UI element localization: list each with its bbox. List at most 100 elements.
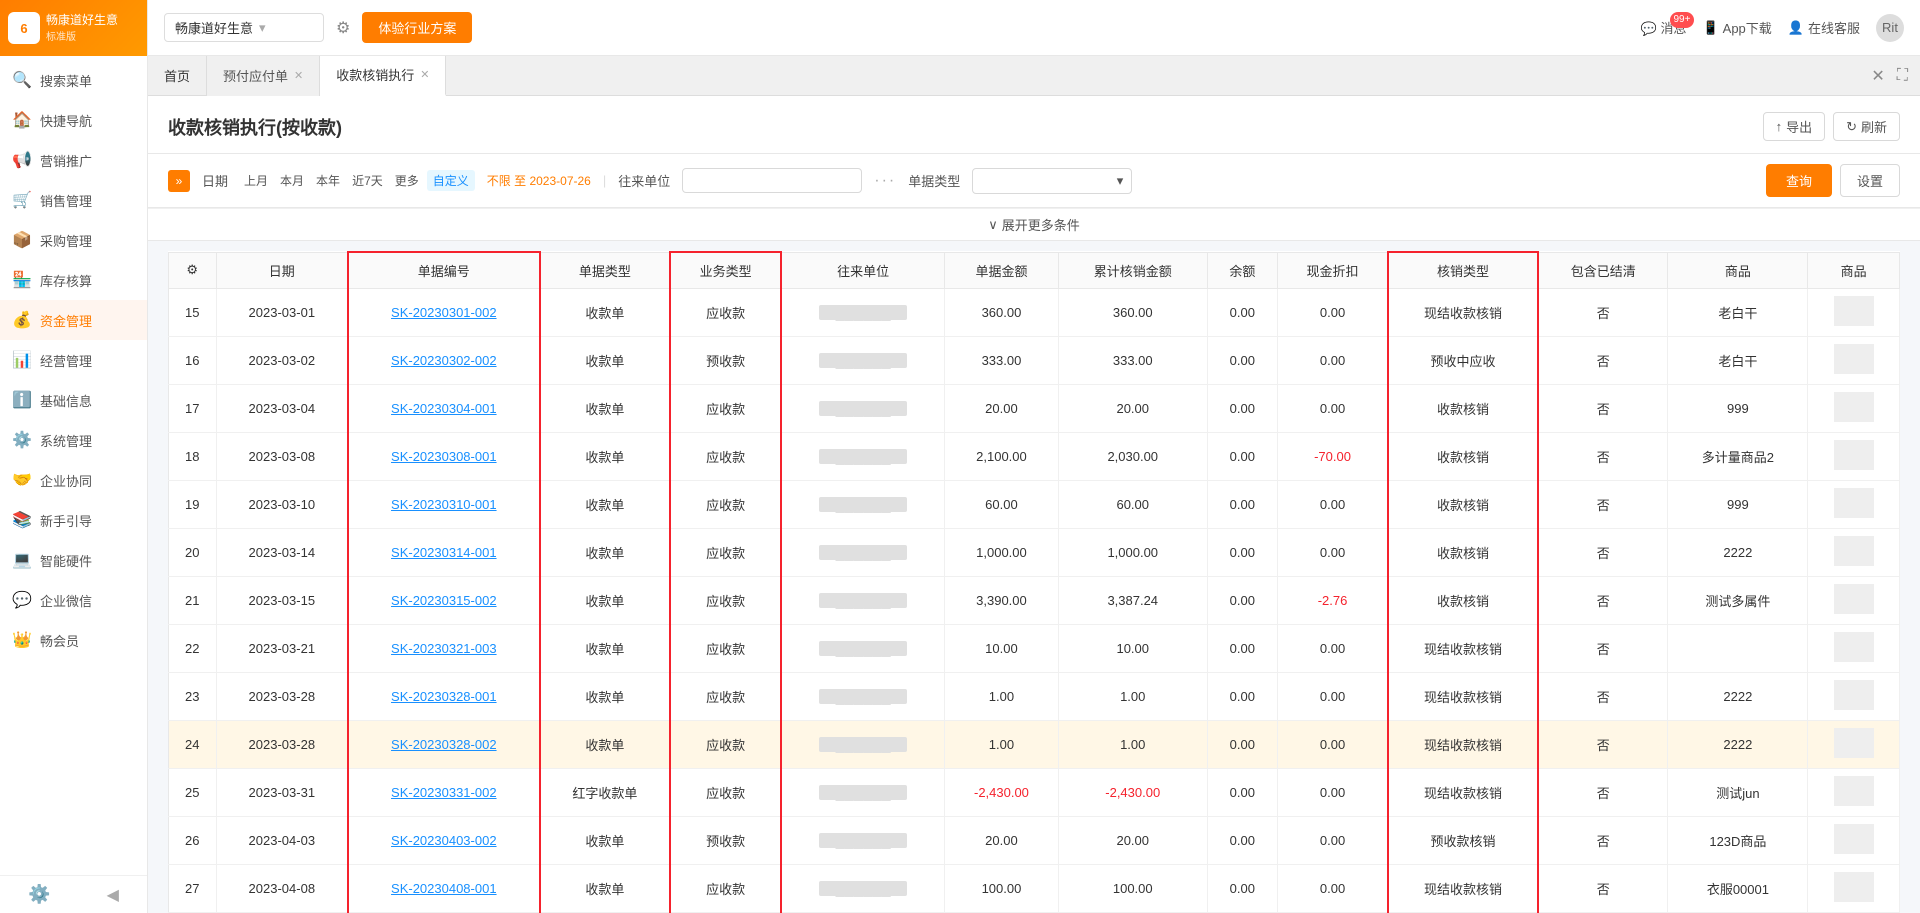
online-service-btn[interactable]: 👤 在线客服 xyxy=(1788,18,1860,37)
sidebar-item-basicinfo[interactable]: ℹ️基础信息 xyxy=(0,380,147,420)
td-goods2 xyxy=(1808,337,1900,385)
td-include-cleared: 否 xyxy=(1538,577,1668,625)
sidebar-label-sales: 销售管理 xyxy=(40,191,92,210)
message-icon: 💬 xyxy=(1641,21,1657,36)
td-verifytype: 现结收款核销 xyxy=(1388,625,1538,673)
collapse-icon[interactable]: ◀ xyxy=(107,885,119,905)
billno-link[interactable]: SK-20230328-001 xyxy=(391,689,497,704)
td-verifytype: 收款核销 xyxy=(1388,385,1538,433)
td-partner: ██████ xyxy=(781,769,944,817)
billno-link[interactable]: SK-20230302-002 xyxy=(391,353,497,368)
sidebar-item-enterprise[interactable]: 🤝企业协同 xyxy=(0,460,147,500)
user-avatar[interactable]: Rit xyxy=(1876,14,1904,42)
sidebar-item-quicknav[interactable]: 🏠快捷导航 xyxy=(0,100,147,140)
th-partner: 往来单位 xyxy=(781,252,944,289)
query-btn[interactable]: 查询 xyxy=(1766,164,1832,197)
sidebar: 6 畅康道好生意 标准版 🔍搜索菜单🏠快捷导航📢营销推广🛒销售管理📦采购管理🏪库… xyxy=(0,0,148,913)
td-billno: SK-20230301-002 xyxy=(348,289,539,337)
billno-link[interactable]: SK-20230328-002 xyxy=(391,737,497,752)
billno-link[interactable]: SK-20230304-001 xyxy=(391,401,497,416)
refresh-btn[interactable]: ↻ 刷新 xyxy=(1833,112,1900,141)
partner-input[interactable] xyxy=(682,168,862,193)
td-billtype: 收款单 xyxy=(540,625,671,673)
td-amount: 100.00 xyxy=(944,865,1058,913)
tab-advance[interactable]: 预付应付单✕ xyxy=(207,56,320,96)
sidebar-item-operation[interactable]: 📊经营管理 xyxy=(0,340,147,380)
app-download-btn[interactable]: 📱 App下载 xyxy=(1702,18,1771,37)
td-biztype: 应收款 xyxy=(670,529,781,577)
last7days-btn[interactable]: 近7天 xyxy=(348,170,387,191)
td-verifytype: 现结收款核销 xyxy=(1388,673,1538,721)
td-goods2 xyxy=(1808,433,1900,481)
app-name: 畅康道好生意 xyxy=(46,13,118,29)
billno-link[interactable]: SK-20230308-001 xyxy=(391,449,497,464)
td-date: 2023-04-03 xyxy=(216,817,348,865)
sidebar-item-marketing[interactable]: 📢营销推广 xyxy=(0,140,147,180)
tab-home[interactable]: 首页 xyxy=(148,56,207,96)
td-discount: 0.00 xyxy=(1278,673,1388,721)
sidebar-item-sales[interactable]: 🛒销售管理 xyxy=(0,180,147,220)
tab-close-verify[interactable]: ✕ xyxy=(420,68,429,81)
td-goods2 xyxy=(1808,289,1900,337)
td-include-cleared: 否 xyxy=(1538,769,1668,817)
bill-type-select[interactable]: ▾ xyxy=(972,168,1132,194)
sidebar-item-finance[interactable]: 💰资金管理 xyxy=(0,300,147,340)
workspace-selector[interactable]: 畅康道好生意 ▾ xyxy=(164,13,324,42)
td-date: 2023-03-10 xyxy=(216,481,348,529)
td-partner: ██████ xyxy=(781,529,944,577)
td-discount: 0.00 xyxy=(1278,289,1388,337)
billno-link[interactable]: SK-20230301-002 xyxy=(391,305,497,320)
settings-icon[interactable]: ⚙️ xyxy=(28,884,50,905)
sidebar-footer: ⚙️ ◀ xyxy=(0,875,147,913)
maximize-btn[interactable]: ⛶ xyxy=(1893,63,1912,89)
sidebar-item-wechat[interactable]: 💬企业微信 xyxy=(0,580,147,620)
sidebar-item-system[interactable]: ⚙️系统管理 xyxy=(0,420,147,460)
member-icon: 👑 xyxy=(12,630,32,650)
billno-link[interactable]: SK-20230408-001 xyxy=(391,881,497,896)
td-biztype: 预收款 xyxy=(670,337,781,385)
message-btn[interactable]: 💬 消息 99+ xyxy=(1641,18,1687,37)
more-date-btn[interactable]: 更多 xyxy=(391,170,423,191)
billno-link[interactable]: SK-20230321-003 xyxy=(391,641,497,656)
filter-toggle-btn[interactable]: » xyxy=(168,170,190,192)
billno-link[interactable]: SK-20230314-001 xyxy=(391,545,497,560)
billno-link[interactable]: SK-20230403-002 xyxy=(391,833,497,848)
prev-month-btn[interactable]: 上月 xyxy=(240,170,272,191)
sidebar-item-purchase[interactable]: 📦采购管理 xyxy=(0,220,147,260)
custom-date-btn[interactable]: 自定义 xyxy=(427,170,475,191)
sidebar-item-search[interactable]: 🔍搜索菜单 xyxy=(0,60,147,100)
enterprise-icon: 🤝 xyxy=(12,470,32,490)
td-billno: SK-20230328-002 xyxy=(348,721,539,769)
tab-close-advance[interactable]: ✕ xyxy=(294,69,303,82)
td-goods2 xyxy=(1808,769,1900,817)
finance-icon: 💰 xyxy=(12,310,32,330)
billno-link[interactable]: SK-20230310-001 xyxy=(391,497,497,512)
td-cumverify: 3,387.24 xyxy=(1058,577,1207,625)
billno-link[interactable]: SK-20230315-002 xyxy=(391,593,497,608)
billno-link[interactable]: SK-20230331-002 xyxy=(391,785,497,800)
export-btn[interactable]: ↑ 导出 xyxy=(1763,112,1826,141)
td-amount: 1.00 xyxy=(944,673,1058,721)
table-row: 22 2023-03-21 SK-20230321-003 收款单 应收款 ██… xyxy=(169,625,1900,673)
solution-btn[interactable]: 体验行业方案 xyxy=(362,12,472,43)
sidebar-label-guide: 新手引导 xyxy=(40,511,92,530)
td-goods: 2222 xyxy=(1668,721,1808,769)
sidebar-item-member[interactable]: 👑畅会员 xyxy=(0,620,147,660)
sidebar-item-hardware[interactable]: 💻智能硬件 xyxy=(0,540,147,580)
expand-more-btn[interactable]: ∨ 展开更多条件 xyxy=(148,208,1920,240)
tab-verify[interactable]: 收款核销执行✕ xyxy=(320,56,446,96)
td-amount: 60.00 xyxy=(944,481,1058,529)
td-balance: 0.00 xyxy=(1207,865,1278,913)
close-window-btn[interactable]: ✕ xyxy=(1867,62,1888,90)
td-goods2 xyxy=(1808,577,1900,625)
service-icon: 👤 xyxy=(1788,20,1804,36)
cur-year-btn[interactable]: 本年 xyxy=(312,170,344,191)
th-gear[interactable]: ⚙ xyxy=(169,252,217,289)
settings-btn[interactable]: 设置 xyxy=(1840,164,1900,197)
td-amount: 1,000.00 xyxy=(944,529,1058,577)
sidebar-item-inventory[interactable]: 🏪库存核算 xyxy=(0,260,147,300)
gear-icon[interactable]: ⚙ xyxy=(336,18,350,38)
cur-month-btn[interactable]: 本月 xyxy=(276,170,308,191)
sidebar-item-guide[interactable]: 📚新手引导 xyxy=(0,500,147,540)
td-seq: 15 xyxy=(169,289,217,337)
